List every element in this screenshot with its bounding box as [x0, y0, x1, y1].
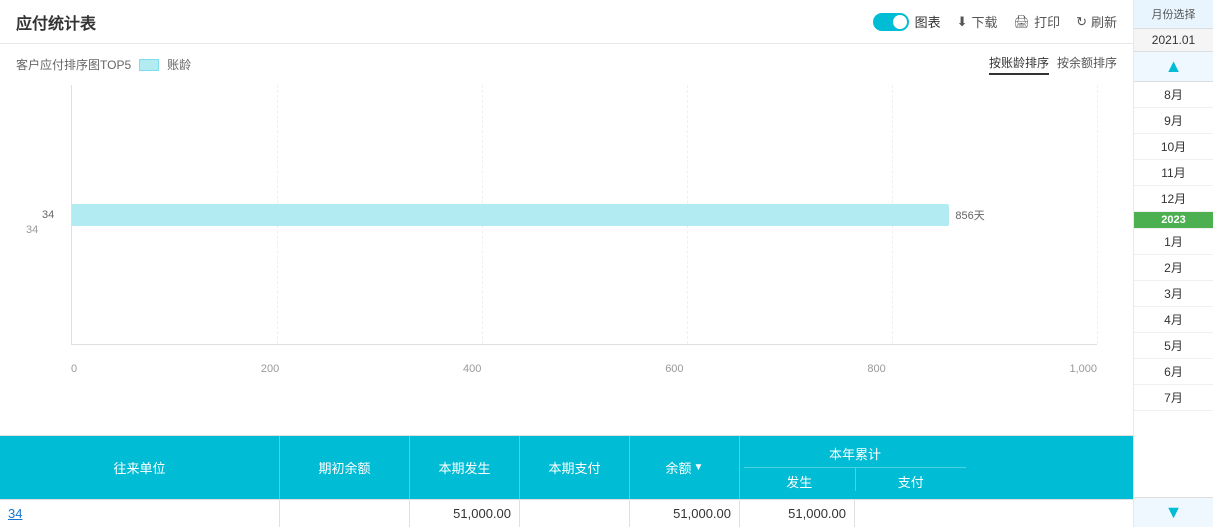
up-arrow-icon: ▲ — [1165, 56, 1183, 77]
cell-balance: 51,000.00 — [630, 500, 740, 527]
bar-value-1: 856天 — [955, 207, 984, 223]
col-header-current-occur: 本期发生 — [410, 436, 520, 499]
ytd-pay-text: 支付 — [898, 475, 924, 490]
ytd-occur-value: 51,000.00 — [788, 506, 846, 521]
chart-label: 图表 — [915, 12, 941, 31]
sidebar-header: 月份选择 — [1134, 0, 1213, 29]
col-ytd-label: 本年累计 — [829, 444, 881, 463]
cell-current-occur: 51,000.00 — [410, 500, 520, 527]
ytd-subheaders: 发生 支付 — [744, 467, 966, 491]
bar-chart: 34 856天 0 200 400 600 800 1,000 34 — [26, 85, 1107, 375]
sidebar: 月份选择 2021.01 ▲ 8月 9月 10月 11月 12月 2023 1月… — [1133, 0, 1213, 527]
cell-unit: 34 — [0, 500, 280, 527]
sidebar-nav-up[interactable]: ▲ — [1134, 52, 1213, 82]
col-header-unit: 往来单位 — [0, 436, 280, 499]
col-current-pay-label: 本期支付 — [548, 458, 600, 477]
sidebar-nav-down[interactable]: ▼ — [1134, 497, 1213, 527]
current-occur-value: 51,000.00 — [453, 506, 511, 521]
chart-body: 34 856天 — [71, 85, 1097, 345]
month-9[interactable]: 9月 — [1134, 108, 1213, 134]
table-row: 34 51,000.00 51,000.00 51,000.00 — [0, 499, 1133, 527]
x-label-1000: 1,000 — [1069, 363, 1097, 375]
col-ytd-occur-label: 发生 — [744, 468, 856, 491]
print-button[interactable]: 🖨 打印 — [1014, 12, 1061, 31]
print-label: 打印 — [1034, 12, 1060, 31]
refresh-label: 刷新 — [1091, 12, 1117, 31]
ytd-occur-text: 发生 — [786, 475, 812, 490]
sidebar-date-value: 2021.01 — [1152, 33, 1195, 47]
download-label: 下载 — [972, 12, 998, 31]
x-label-200: 200 — [261, 363, 279, 375]
legend-box — [139, 59, 159, 71]
cell-opening — [280, 500, 410, 527]
grid-line-5 — [1097, 85, 1098, 344]
month-5[interactable]: 5月 — [1134, 333, 1213, 359]
chart-legend: 客户应付排序图TOP5 账龄 — [16, 56, 191, 73]
year-2023[interactable]: 2023 — [1134, 212, 1213, 229]
header: 应付统计表 图表 ⬇ 下载 🖨 打印 ↻ 刷新 — [0, 0, 1133, 44]
x-label-400: 400 — [463, 363, 481, 375]
sidebar-header-label: 月份选择 — [1152, 9, 1196, 21]
chart-toggle[interactable] — [873, 13, 909, 31]
bar-row-1: 34 856天 — [72, 204, 1097, 226]
page-title: 应付统计表 — [16, 10, 96, 34]
sort-by-balance-btn[interactable]: 按账龄排序 — [989, 54, 1049, 75]
month-6[interactable]: 6月 — [1134, 359, 1213, 385]
x-label-800: 800 — [867, 363, 885, 375]
col-header-current-pay: 本期支付 — [520, 436, 630, 499]
refresh-icon: ↻ — [1076, 14, 1087, 30]
bar-fill-1 — [72, 204, 949, 226]
unit-link[interactable]: 34 — [8, 506, 22, 521]
month-8[interactable]: 8月 — [1134, 82, 1213, 108]
bar-y-label: 34 — [42, 209, 54, 221]
sort-by-amount-btn[interactable]: 按余额排序 — [1057, 54, 1117, 75]
download-icon: ⬇ — [957, 14, 968, 30]
col-unit-label: 往来单位 — [113, 458, 165, 477]
header-actions: 图表 ⬇ 下载 🖨 打印 ↻ 刷新 — [873, 12, 1117, 31]
col-header-opening: 期初余额 — [280, 436, 410, 499]
month-4[interactable]: 4月 — [1134, 307, 1213, 333]
y-label-value: 34 — [26, 224, 38, 236]
month-7[interactable]: 7月 — [1134, 385, 1213, 411]
table-header: 往来单位 期初余额 本期发生 本期支付 余额 ▼ 本年累计 — [0, 436, 1133, 499]
month-3[interactable]: 3月 — [1134, 281, 1213, 307]
col-header-balance: 余额 ▼ — [630, 436, 740, 499]
cell-ytd-pay — [855, 500, 970, 527]
month-1[interactable]: 1月 — [1134, 229, 1213, 255]
main-content: 应付统计表 图表 ⬇ 下载 🖨 打印 ↻ 刷新 — [0, 0, 1133, 527]
col-ytd-pay-label: 支付 — [856, 468, 967, 491]
chart-area: 客户应付排序图TOP5 账龄 按账龄排序 按余额排序 — [0, 44, 1133, 435]
table-area: 往来单位 期初余额 本期发生 本期支付 余额 ▼ 本年累计 — [0, 435, 1133, 527]
download-button[interactable]: ⬇ 下载 — [957, 12, 998, 31]
y-axis-label: 34 — [26, 224, 38, 236]
refresh-button[interactable]: ↻ 刷新 — [1076, 12, 1117, 31]
down-arrow-icon: ▼ — [1165, 502, 1183, 523]
month-2[interactable]: 2月 — [1134, 255, 1213, 281]
chart-toggle-wrap: 图表 — [873, 12, 941, 31]
col-opening-label: 期初余额 — [318, 458, 370, 477]
legend-label: 账龄 — [167, 56, 191, 73]
month-11[interactable]: 11月 — [1134, 160, 1213, 186]
month-10[interactable]: 10月 — [1134, 134, 1213, 160]
x-label-600: 600 — [665, 363, 683, 375]
x-label-0: 0 — [71, 363, 77, 375]
col-header-ytd: 本年累计 发生 支付 — [740, 436, 970, 499]
month-12[interactable]: 12月 — [1134, 186, 1213, 212]
col-current-occur-label: 本期发生 — [438, 458, 490, 477]
balance-sort-icon: ▼ — [694, 462, 704, 473]
chart-title: 客户应付排序图TOP5 — [16, 56, 131, 73]
cell-current-pay — [520, 500, 630, 527]
chart-sort-btns: 按账龄排序 按余额排序 — [989, 54, 1117, 75]
x-axis: 0 200 400 600 800 1,000 — [71, 355, 1097, 375]
balance-value: 51,000.00 — [673, 506, 731, 521]
print-icon: 🖨 — [1014, 14, 1031, 30]
page-wrapper: 应付统计表 图表 ⬇ 下载 🖨 打印 ↻ 刷新 — [0, 0, 1213, 527]
chart-header: 客户应付排序图TOP5 账龄 按账龄排序 按余额排序 — [16, 54, 1117, 75]
sidebar-date: 2021.01 — [1134, 29, 1213, 52]
col-balance-label: 余额 — [666, 458, 692, 477]
cell-ytd-occur: 51,000.00 — [740, 500, 855, 527]
